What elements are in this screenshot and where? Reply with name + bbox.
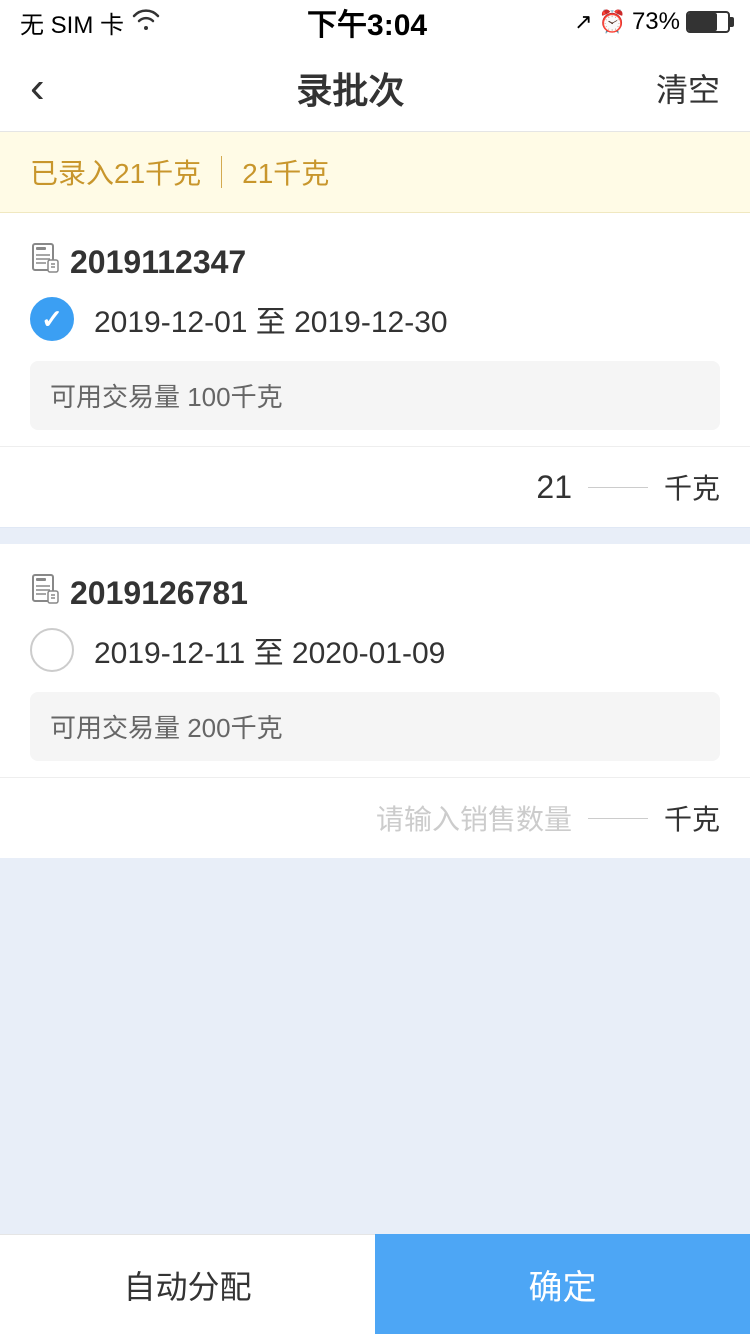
batch-card-1: 2019112347 2019-12-01 至 2019-12-30 可用交易量…	[0, 213, 750, 527]
batch-input-row-2: 请输入销售数量 千克	[0, 777, 750, 858]
batch-input-value-1: 21	[536, 469, 572, 506]
wifi-icon	[132, 8, 160, 37]
confirm-button[interactable]: 确定	[375, 1234, 750, 1334]
recorded-value: 21千克	[242, 152, 329, 192]
status-time: 下午3:04	[307, 0, 427, 44]
batch-date-2: 2019-12-11 至 2020-01-09	[94, 628, 445, 672]
batch-input-row-1: 21 千克	[0, 446, 750, 527]
banner-divider	[221, 156, 222, 188]
batch-input-placeholder-2: 请输入销售数量	[376, 798, 572, 838]
batch-id-2: 2019126781	[70, 575, 248, 612]
batch-doc-icon-2	[30, 574, 60, 612]
nav-bar: ‹ 录批次 清空	[0, 44, 750, 132]
battery-icon	[686, 11, 730, 33]
back-button[interactable]: ‹	[30, 63, 45, 113]
radio-button-2[interactable]	[30, 628, 74, 672]
batch-doc-icon-1	[30, 243, 60, 281]
footer: 自动分配 确定	[0, 1234, 750, 1334]
recorded-label: 已录入21千克	[30, 152, 201, 192]
status-left: 无 SIM 卡	[20, 5, 160, 40]
auto-distribute-button[interactable]: 自动分配	[0, 1234, 375, 1334]
section-gap	[0, 528, 750, 544]
batch-avail-2: 可用交易量 200千克	[30, 692, 720, 761]
batch-id-1: 2019112347	[70, 244, 246, 281]
sim-label: 无 SIM 卡	[20, 5, 124, 40]
batch-unit-1: 千克	[664, 467, 720, 507]
batch-row-2[interactable]: 2019-12-11 至 2020-01-09	[30, 628, 720, 672]
batch-header-1: 2019112347	[30, 243, 720, 281]
status-bar: 无 SIM 卡 下午3:04 ↗ ⏰ 73%	[0, 0, 750, 44]
batch-unit-2: 千克	[664, 798, 720, 838]
location-icon: ↗	[574, 9, 592, 35]
batch-card-2: 2019126781 2019-12-11 至 2020-01-09 可用交易量…	[0, 544, 750, 858]
batch-avail-1: 可用交易量 100千克	[30, 361, 720, 430]
bottom-area	[0, 858, 750, 1238]
batch-header-2: 2019126781	[30, 574, 720, 612]
info-banner: 已录入21千克 21千克	[0, 132, 750, 213]
batch-row-1[interactable]: 2019-12-01 至 2019-12-30	[30, 297, 720, 341]
radio-button-1[interactable]	[30, 297, 74, 341]
alarm-icon: ⏰	[599, 9, 626, 35]
page-title: 录批次	[296, 62, 404, 114]
batch-date-1: 2019-12-01 至 2019-12-30	[94, 297, 448, 341]
battery-percent: 73%	[632, 8, 680, 36]
status-right: ↗ ⏰ 73%	[574, 8, 730, 36]
clear-button[interactable]: 清空	[656, 65, 720, 111]
